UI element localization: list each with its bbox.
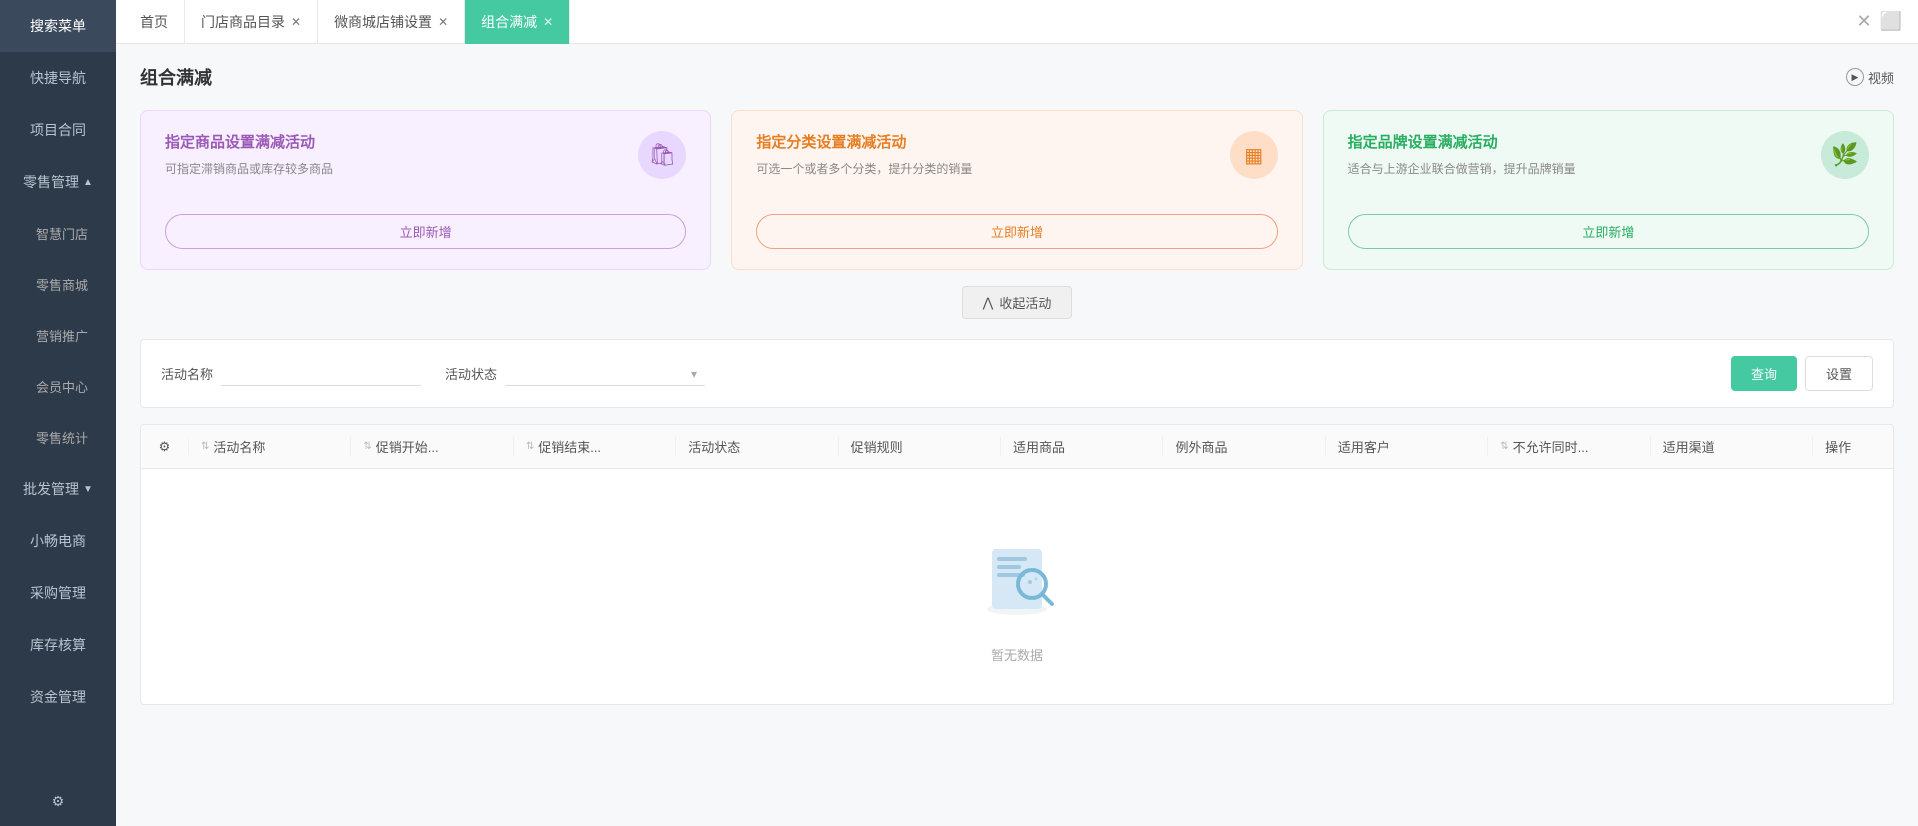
product-promo-card: 🛍 指定商品设置满减活动 可指定滞销商品或库存较多商品 立即新增 [140,110,711,270]
sidebar-item-inventory[interactable]: 库存核算 [0,619,116,671]
th-applicable-channel: 适用渠道 [1651,437,1813,456]
sort-icon-promo-start[interactable]: ⇅ [363,441,371,452]
category-promo-add-button[interactable]: 立即新增 [756,214,1277,249]
sidebar-item-retail-mgmt[interactable]: 零售管理 ▲ [0,156,116,208]
page-header: 组合满减 ▶ 视频 [140,64,1894,90]
th-promo-end: ⇅ 促销结束... [514,437,676,456]
th-exception-goods: 例外商品 [1163,437,1325,456]
content-area: 组合满减 ▶ 视频 🛍 指定商品设置满减活动 可指定滞销商品或库存较多商品 立即… [116,44,1918,826]
category-promo-title: 指定分类设置满减活动 [756,131,1277,152]
sidebar-item-retail-mall[interactable]: 零售商城 [0,259,116,310]
table-header: ⚙ ⇅ 活动名称 ⇅ 促销开始... ⇅ 促销结束... 活动状态 [141,425,1893,469]
activity-name-input[interactable] [221,362,421,386]
th-no-overlap: ⇅ 不允许同时... [1488,437,1650,456]
th-applicable-customers: 适用客户 [1326,437,1488,456]
th-promo-rule: 促销规则 [839,437,1001,456]
sidebar-item-quick-nav[interactable]: 快捷导航 [0,52,116,104]
brand-promo-add-button[interactable]: 立即新增 [1348,214,1869,249]
activity-name-field: 活动名称 [161,362,421,386]
close-wechat-store-icon[interactable]: ✕ [438,15,448,29]
category-promo-card: ▦ 指定分类设置满减活动 可选一个或者多个分类，提升分类的销量 立即新增 [731,110,1302,270]
settings-col-icon: ⚙ [159,439,171,455]
search-bar: 活动名称 活动状态 进行中 未开始 已结束 ▾ 查询 设置 [140,339,1894,408]
collapse-icon: ⋀ [983,295,994,311]
product-promo-desc: 可指定滞销商品或库存较多商品 [165,160,686,179]
product-promo-title: 指定商品设置满减活动 [165,131,686,152]
th-settings[interactable]: ⚙ [141,439,189,455]
maximize-window-icon[interactable]: ⬜ [1880,11,1902,32]
search-actions: 查询 设置 [1731,356,1873,391]
tab-store-catalog[interactable]: 门店商品目录 ✕ [185,0,318,44]
sidebar-settings[interactable]: ⚙ [0,777,116,826]
category-promo-desc: 可选一个或者多个分类，提升分类的销量 [756,160,1277,179]
activity-name-label: 活动名称 [161,364,213,383]
close-combo-discount-icon[interactable]: ✕ [543,15,553,29]
sidebar-item-purchase-mgmt[interactable]: 采购管理 [0,567,116,619]
sidebar-item-member-center[interactable]: 会员中心 [0,361,116,412]
close-store-catalog-icon[interactable]: ✕ [291,15,301,29]
activity-table: ⚙ ⇅ 活动名称 ⇅ 促销开始... ⇅ 促销结束... 活动状态 [140,424,1894,705]
th-promo-start: ⇅ 促销开始... [351,437,513,456]
activity-status-select[interactable]: 进行中 未开始 已结束 [505,362,705,386]
category-promo-icon: ▦ [1230,131,1278,179]
empty-state: 暂无数据 [141,469,1893,704]
sidebar-item-project-contract[interactable]: 项目合同 [0,104,116,156]
sidebar-item-marketing[interactable]: 营销推广 [0,310,116,361]
activity-status-field: 活动状态 进行中 未开始 已结束 ▾ [445,362,705,386]
brand-promo-icon: 🌿 [1821,131,1869,179]
sort-icon-no-overlap[interactable]: ⇅ [1500,441,1508,452]
collapse-bar: ⋀ 收起活动 [140,286,1894,319]
sort-icon-promo-end[interactable]: ⇅ [526,441,534,452]
empty-state-text: 暂无数据 [991,645,1043,664]
th-action: 操作 [1813,437,1893,456]
brand-promo-card: 🌿 指定品牌设置满减活动 适合与上游企业联合做营销，提升品牌销量 立即新增 [1323,110,1894,270]
sort-icon-activity-name[interactable]: ⇅ [201,441,209,452]
wholesale-mgmt-arrow: ▼ [83,484,93,495]
sidebar-item-smart-store[interactable]: 智慧门店 [0,208,116,259]
sidebar-item-search-menu[interactable]: 搜索菜单 [0,0,116,52]
gear-icon: ⚙ [52,793,65,809]
sidebar-item-wholesale-mgmt[interactable]: 批发管理 ▼ [0,463,116,515]
th-applicable-goods: 适用商品 [1001,437,1163,456]
activity-status-select-wrapper: 进行中 未开始 已结束 ▾ [505,362,705,386]
query-button[interactable]: 查询 [1731,356,1797,391]
th-activity-status: 活动状态 [676,437,838,456]
main-area: 首页 门店商品目录 ✕ 微商城店铺设置 ✕ 组合满减 ✕ ✕ ⬜ 组合满减 ▶ … [116,0,1918,826]
topbar-window-controls: ✕ ⬜ [1856,11,1910,32]
close-window-icon[interactable]: ✕ [1856,11,1871,32]
retail-mgmt-arrow: ▲ [83,177,93,188]
product-promo-icon: 🛍 [638,131,686,179]
brand-promo-title: 指定品牌设置满减活动 [1348,131,1869,152]
empty-state-illustration [967,529,1067,629]
sidebar-item-xiaochangec[interactable]: 小畅电商 [0,515,116,567]
sidebar: 搜索菜单 快捷导航 项目合同 零售管理 ▲ 智慧门店 零售商城 营销推广 会员中… [0,0,116,826]
page-title: 组合满减 [140,64,212,90]
setting-button[interactable]: 设置 [1805,356,1873,391]
product-promo-add-button[interactable]: 立即新增 [165,214,686,249]
topbar: 首页 门店商品目录 ✕ 微商城店铺设置 ✕ 组合满减 ✕ ✕ ⬜ [116,0,1918,44]
brand-promo-desc: 适合与上游企业联合做营销，提升品牌销量 [1348,160,1869,179]
th-activity-name: ⇅ 活动名称 [189,437,351,456]
sidebar-item-retail-stats[interactable]: 零售统计 [0,412,116,463]
play-icon: ▶ [1846,68,1864,86]
collapse-activity-button[interactable]: ⋀ 收起活动 [962,286,1073,319]
sidebar-item-finance[interactable]: 资金管理 [0,671,116,723]
tab-combo-discount[interactable]: 组合满减 ✕ [465,0,570,44]
activity-status-label: 活动状态 [445,364,497,383]
tab-home[interactable]: 首页 [124,0,185,44]
tab-wechat-store[interactable]: 微商城店铺设置 ✕ [318,0,465,44]
video-link[interactable]: ▶ 视频 [1846,68,1894,87]
promo-cards-section: 🛍 指定商品设置满减活动 可指定滞销商品或库存较多商品 立即新增 ▦ 指定分类设… [140,110,1894,270]
